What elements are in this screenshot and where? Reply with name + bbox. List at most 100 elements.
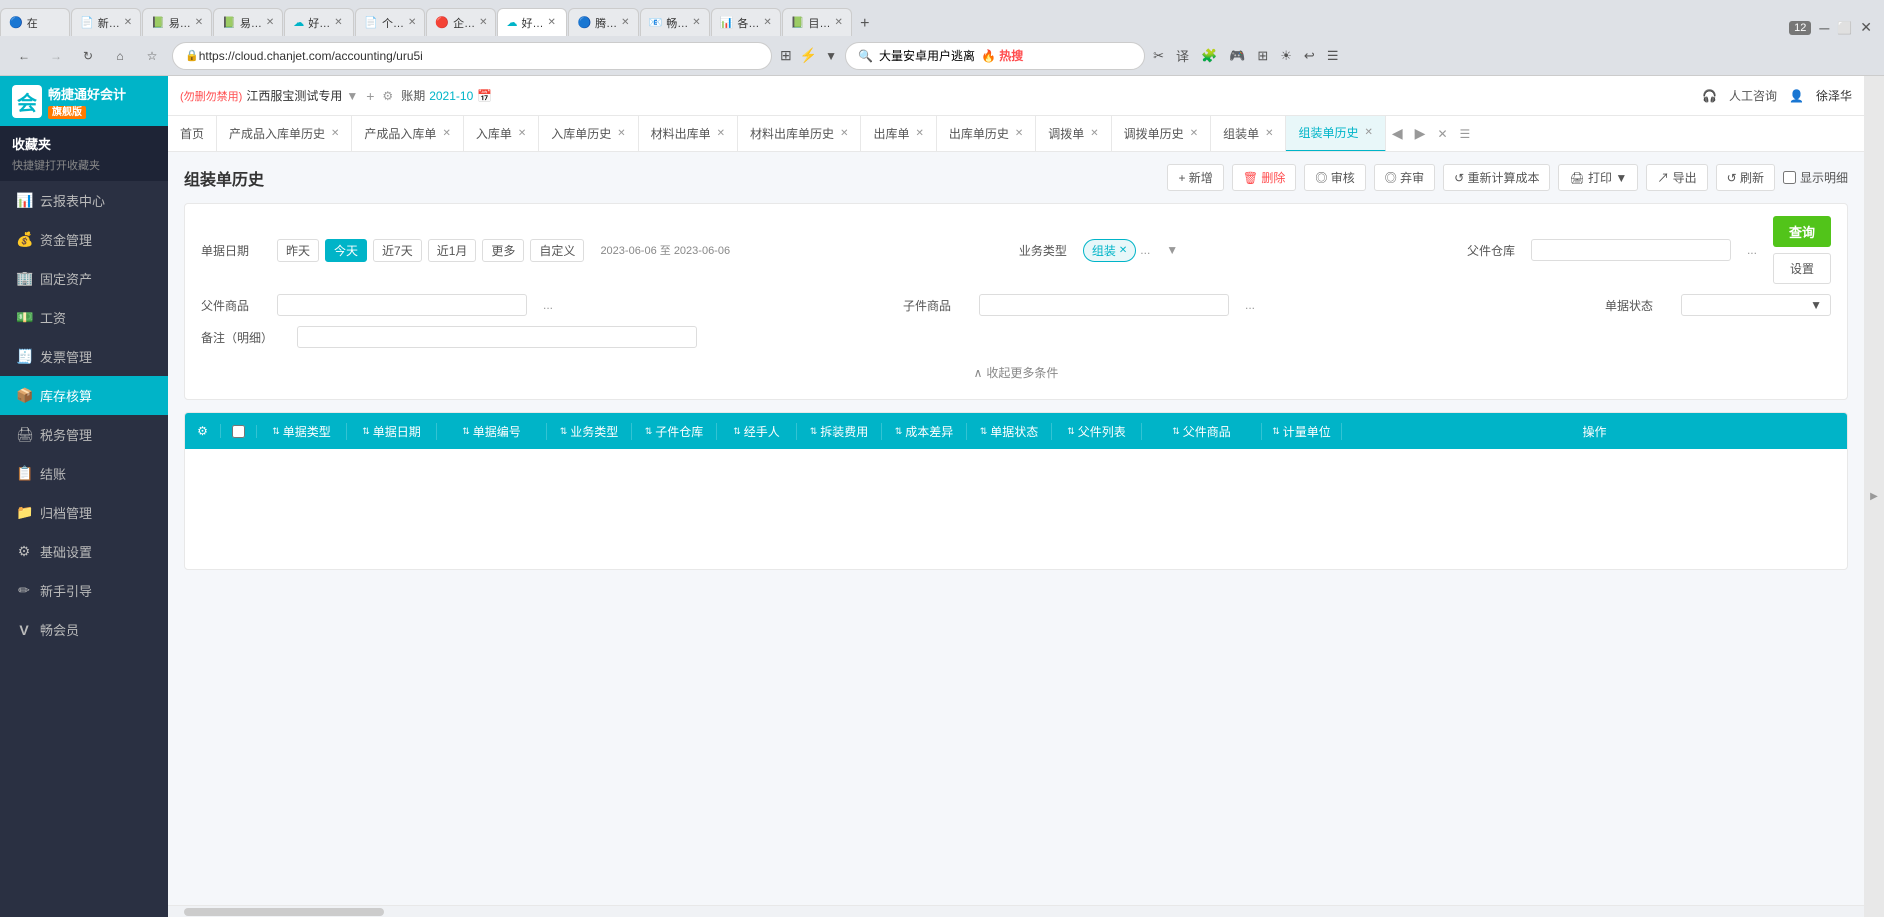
- date-yesterday[interactable]: 昨天: [277, 239, 319, 262]
- browser-tab-5[interactable]: ☁好…✕: [284, 8, 354, 36]
- undo-icon[interactable]: ↩: [1304, 48, 1315, 64]
- sidebar-item-settings[interactable]: ⚙ 基础设置: [0, 532, 168, 571]
- nav-tab-in-order[interactable]: 入库单 ✕: [464, 116, 539, 152]
- business-type-more-btn[interactable]: ...: [1140, 243, 1150, 257]
- dropdown-icon[interactable]: ▼: [825, 49, 837, 63]
- browser-tab-12[interactable]: 📗目…✕: [782, 8, 852, 36]
- qr-code-icon[interactable]: ⊞: [780, 47, 792, 64]
- approve-button[interactable]: ◎ 审核: [1304, 164, 1365, 191]
- browser-tab-11[interactable]: 📊各…✕: [711, 8, 781, 36]
- nav-forward[interactable]: →: [44, 44, 68, 68]
- date-custom[interactable]: 自定义: [530, 239, 584, 262]
- calendar-icon[interactable]: 📅: [477, 89, 492, 103]
- browser-tab-1[interactable]: 🔵 在: [0, 8, 70, 36]
- child-goods-input[interactable]: [979, 294, 1229, 316]
- col-child-warehouse[interactable]: ⇅ 子件仓库: [632, 423, 717, 440]
- col-parent-goods[interactable]: ⇅ 父件商品: [1142, 423, 1262, 440]
- add-button[interactable]: + 新增: [1167, 164, 1223, 191]
- col-cost-diff[interactable]: ⇅ 成本差异: [882, 423, 967, 440]
- nav-back[interactable]: ←: [12, 44, 36, 68]
- browser-tab-6[interactable]: 📄个…✕: [355, 8, 425, 36]
- sidebar-item-guide[interactable]: ✏ 新手引导: [0, 571, 168, 610]
- right-panel-toggle[interactable]: ▶: [1864, 76, 1884, 917]
- date-today[interactable]: 今天: [325, 239, 367, 262]
- tab-nav-close-all[interactable]: ✕: [1431, 127, 1453, 141]
- lightning-icon[interactable]: ⚡: [800, 47, 817, 64]
- browser-tab-2[interactable]: 📄新…✕: [71, 8, 141, 36]
- sidebar-item-inventory[interactable]: 📦 库存核算: [0, 376, 168, 415]
- parent-warehouse-more[interactable]: ...: [1747, 243, 1757, 257]
- col-handler[interactable]: ⇅ 经手人: [717, 423, 797, 440]
- sidebar-item-payroll[interactable]: 💵 工资: [0, 298, 168, 337]
- collapse-button[interactable]: ∧ 收起更多条件: [201, 358, 1831, 387]
- search-box[interactable]: 🔍 大量安卓用户逃离 🔥 热搜: [845, 42, 1145, 70]
- user-name[interactable]: 徐泽华: [1816, 87, 1852, 104]
- sidebar-item-settlement[interactable]: 📋 结账: [0, 454, 168, 493]
- sidebar-item-vip[interactable]: V 畅会员: [0, 610, 168, 649]
- horizontal-scrollbar[interactable]: [168, 905, 1864, 917]
- game-icon[interactable]: 🎮: [1229, 48, 1245, 64]
- translate-icon[interactable]: 译: [1176, 46, 1189, 65]
- browser-tab-4[interactable]: 📗易…✕: [213, 8, 283, 36]
- remark-input[interactable]: [297, 326, 697, 348]
- abandon-button[interactable]: ◎ 弃审: [1374, 164, 1435, 191]
- date-last7[interactable]: 近7天: [373, 239, 422, 262]
- address-bar[interactable]: 🔒 https://cloud.chanjet.com/accounting/u…: [172, 42, 772, 70]
- settings-gear-icon[interactable]: ⚙: [382, 89, 393, 103]
- nav-tab-material-out[interactable]: 材料出库单 ✕: [639, 116, 738, 152]
- show-detail-checkbox[interactable]: [1783, 171, 1796, 184]
- scrollbar-thumb[interactable]: [184, 908, 384, 916]
- nav-home[interactable]: ⌂: [108, 44, 132, 68]
- service-label[interactable]: 人工咨询: [1729, 87, 1777, 104]
- browser-tab-10[interactable]: 📧畅…✕: [640, 8, 710, 36]
- business-type-tag-close[interactable]: ✕: [1119, 245, 1127, 256]
- col-parent-list[interactable]: ⇅ 父件列表: [1052, 423, 1142, 440]
- grid-icon[interactable]: ⊞: [1257, 48, 1268, 64]
- sidebar-item-invoice[interactable]: 🧾 发票管理: [0, 337, 168, 376]
- browser-tab-8[interactable]: ☁好…✕: [497, 8, 567, 36]
- nav-tab-out-order[interactable]: 出库单 ✕: [861, 116, 936, 152]
- sidebar-item-archive[interactable]: 📁 归档管理: [0, 493, 168, 532]
- browser-tab-7[interactable]: 🔴企…✕: [426, 8, 496, 36]
- scissors-icon[interactable]: ✂: [1153, 48, 1164, 64]
- tab-nav-right-arrow[interactable]: ▶: [1409, 125, 1432, 142]
- nav-star[interactable]: ☆: [140, 44, 164, 68]
- query-button[interactable]: 查询: [1773, 216, 1831, 247]
- browser-tab-9[interactable]: 🔵腾…✕: [568, 8, 638, 36]
- window-close[interactable]: ✕: [1860, 19, 1872, 36]
- business-type-dropdown[interactable]: ▼: [1166, 243, 1178, 257]
- col-check[interactable]: [221, 425, 257, 438]
- date-last1month[interactable]: 近1月: [428, 239, 477, 262]
- refresh-button[interactable]: ↺ 刷新: [1716, 164, 1775, 191]
- col-biz-type[interactable]: ⇅ 业务类型: [547, 423, 632, 440]
- sidebar-item-finance[interactable]: 💰 资金管理: [0, 220, 168, 259]
- child-goods-more[interactable]: ...: [1245, 298, 1255, 312]
- extension-icon[interactable]: 🧩: [1201, 48, 1217, 64]
- sidebar-item-tax[interactable]: 🖨 税务管理: [0, 415, 168, 454]
- nav-refresh[interactable]: ↻: [76, 44, 100, 68]
- add-company-icon[interactable]: +: [366, 88, 374, 104]
- sidebar-item-fixed-assets[interactable]: 🏢 固定资产: [0, 259, 168, 298]
- nav-tab-production-in-history[interactable]: 产成品入库单历史 ✕: [217, 116, 352, 152]
- nav-tab-material-out-history[interactable]: 材料出库单历史 ✕: [738, 116, 861, 152]
- col-bill-status[interactable]: ⇅ 单据状态: [967, 423, 1052, 440]
- sun-icon[interactable]: ☀: [1280, 48, 1292, 64]
- parent-goods-input[interactable]: [277, 294, 527, 316]
- company-selector[interactable]: (勿删勿禁用) 江西服宝测试专用 ▼: [180, 87, 358, 104]
- nav-tab-out-history[interactable]: 出库单历史 ✕: [937, 116, 1036, 152]
- new-tab-button[interactable]: +: [853, 12, 877, 36]
- delete-button[interactable]: 🗑 删除: [1232, 164, 1297, 191]
- sidebar-item-report[interactable]: 📊 云报表中心: [0, 181, 168, 220]
- nav-tab-production-in[interactable]: 产成品入库单 ✕: [352, 116, 463, 152]
- export-button[interactable]: ↗ 导出: [1646, 164, 1707, 191]
- col-bill-no[interactable]: ⇅ 单据编号: [437, 423, 547, 440]
- col-disassemble-fee[interactable]: ⇅ 拆装费用: [797, 423, 882, 440]
- print-button[interactable]: 🖨 打印 ▼: [1558, 164, 1638, 191]
- recalculate-button[interactable]: ↺ 重新计算成本: [1443, 164, 1550, 191]
- col-bill-type[interactable]: ⇅ 单据类型: [257, 423, 347, 440]
- select-all-checkbox[interactable]: [232, 425, 245, 438]
- nav-tab-assemble-history[interactable]: 组装单历史 ✕: [1286, 116, 1385, 152]
- menu-icon[interactable]: ☰: [1327, 48, 1339, 64]
- favorites-shortcut[interactable]: 快捷键打开收藏夹: [12, 157, 156, 173]
- order-status-select[interactable]: ▼: [1681, 294, 1831, 316]
